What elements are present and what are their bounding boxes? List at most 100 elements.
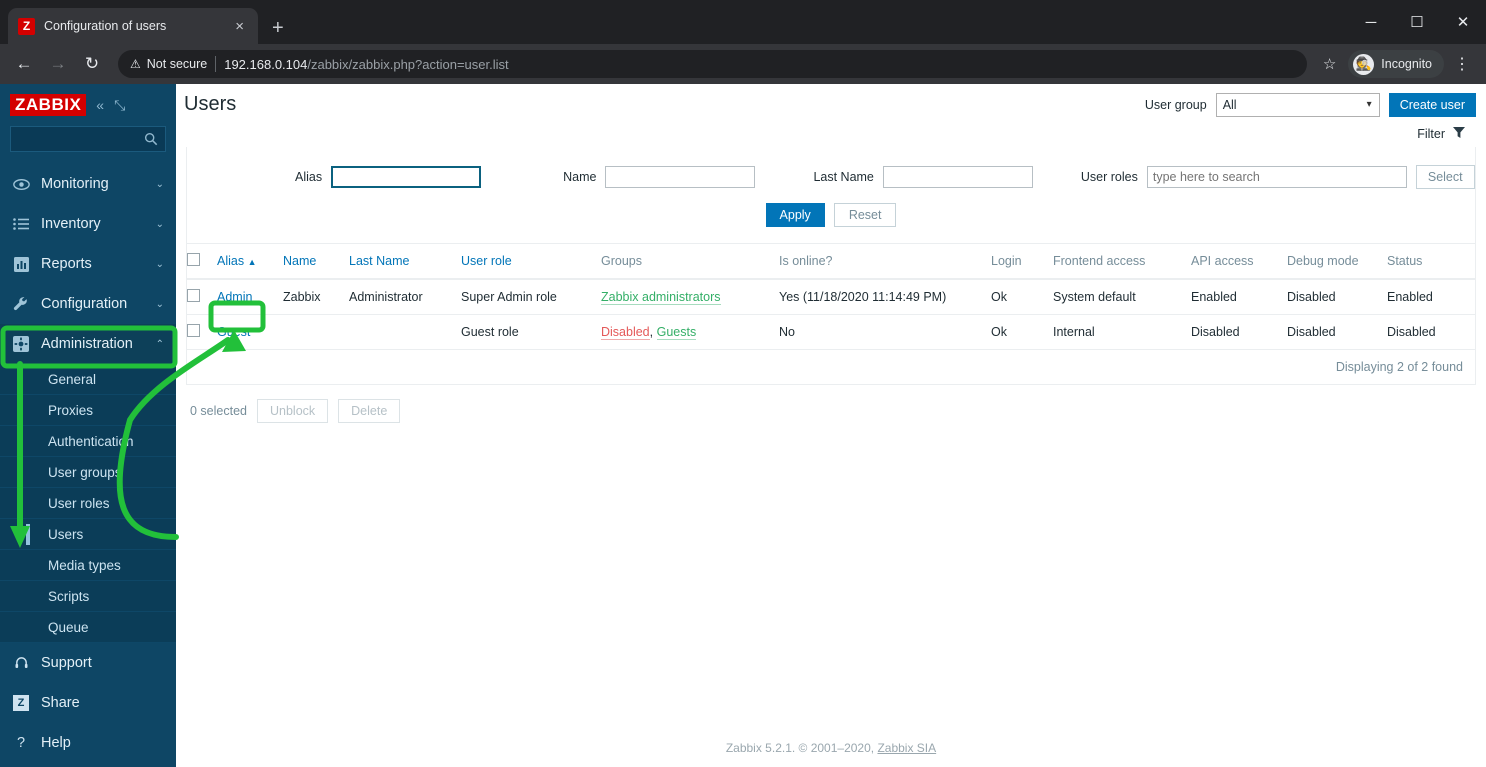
url-path: /zabbix/zabbix.php?action=user.list xyxy=(307,56,509,72)
sidebar-item-inventory[interactable]: Inventory ⌄ xyxy=(0,204,176,244)
cell-api-access[interactable]: Enabled xyxy=(1191,279,1287,315)
sidebar-item-support[interactable]: Support xyxy=(0,643,176,683)
cell-status[interactable]: Enabled xyxy=(1387,279,1475,315)
sidebar-item-administration[interactable]: Administration ⌃ xyxy=(0,324,176,364)
admin-user-link[interactable]: Admin xyxy=(217,290,252,304)
guest-user-link[interactable]: Guest xyxy=(217,325,250,339)
column-header-name[interactable]: Name xyxy=(283,244,349,280)
zabbix-share-icon: Z xyxy=(12,695,30,711)
header-controls: User group All ▾ Create user xyxy=(1145,92,1476,117)
address-bar[interactable]: ⚠ Not secure 192.168.0.104/zabbix/zabbix… xyxy=(118,50,1307,78)
alias-input[interactable] xyxy=(331,166,482,188)
sidebar-item-scripts[interactable]: Scripts xyxy=(0,581,176,612)
sidebar-item-media-types[interactable]: Media types xyxy=(0,550,176,581)
cell-api-access[interactable]: Disabled xyxy=(1191,314,1287,350)
close-window-icon[interactable]: ✕ xyxy=(1440,0,1486,44)
new-tab-button[interactable]: + xyxy=(272,18,284,38)
column-header-alias[interactable]: Alias ▲ xyxy=(217,244,283,280)
user-group-select[interactable]: All ▾ xyxy=(1215,92,1380,117)
sidebar-item-reports[interactable]: Reports ⌄ xyxy=(0,244,176,284)
zabbix-logo[interactable]: ZABBIX xyxy=(10,94,87,116)
warning-triangle-icon: ⚠ xyxy=(130,57,141,71)
browser-window: Z Configuration of users × + ─ ☐ ✕ ← → ↻… xyxy=(0,0,1486,767)
sidebar-label-authentication: Authentication xyxy=(48,433,134,449)
sidebar-item-share[interactable]: Z Share xyxy=(0,683,176,723)
sidebar-label-share: Share xyxy=(41,695,80,711)
close-tab-icon[interactable]: × xyxy=(231,17,248,36)
column-link-alias[interactable]: Alias xyxy=(217,254,244,268)
users-table-head: Alias ▲ Name Last Name User role Groups … xyxy=(187,244,1475,280)
minimize-icon[interactable]: ─ xyxy=(1348,0,1394,44)
sidebar-item-authentication[interactable]: Authentication xyxy=(0,426,176,457)
column-header-api-access: API access xyxy=(1191,244,1287,280)
cell-frontend-access[interactable]: Internal xyxy=(1053,314,1191,350)
hide-sidebar-icon[interactable]: ⤡ xyxy=(114,97,125,114)
cell-login: Ok xyxy=(991,314,1053,350)
zabbix-sia-link[interactable]: Zabbix SIA xyxy=(877,741,936,755)
cell-status[interactable]: Disabled xyxy=(1387,314,1475,350)
cell-debug-mode[interactable]: Disabled xyxy=(1287,279,1387,315)
maximize-icon[interactable]: ☐ xyxy=(1394,0,1440,44)
browser-menu-icon[interactable]: ⋮ xyxy=(1446,54,1478,74)
group-link-disabled[interactable]: Disabled xyxy=(601,325,650,340)
chevron-up-icon: ⌃ xyxy=(155,338,164,350)
row-checkbox[interactable] xyxy=(187,324,200,337)
page-title: Users xyxy=(184,93,237,115)
user-roles-input[interactable] xyxy=(1146,166,1407,188)
chevron-down-icon: ⌄ xyxy=(155,258,164,270)
last-name-input[interactable] xyxy=(882,166,1033,188)
column-label-status: Status xyxy=(1387,254,1423,268)
cell-frontend-access[interactable]: System default xyxy=(1053,279,1191,315)
column-link-name[interactable]: Name xyxy=(283,254,316,268)
collapse-sidebar-icon[interactable]: « xyxy=(96,97,104,113)
not-secure-indicator[interactable]: ⚠ Not secure xyxy=(130,57,207,71)
column-header-groups: Groups xyxy=(601,244,779,280)
sidebar-item-user-roles[interactable]: User roles xyxy=(0,488,176,519)
cell-last-name xyxy=(349,314,461,350)
column-label-debug-mode: Debug mode xyxy=(1287,254,1359,268)
cell-debug-mode[interactable]: Disabled xyxy=(1287,314,1387,350)
sidebar-item-help[interactable]: ? Help xyxy=(0,723,176,763)
cell-alias: Admin xyxy=(217,279,283,315)
column-link-last-name[interactable]: Last Name xyxy=(349,254,409,268)
filter-panel: Alias Name Last Name User roles Se xyxy=(186,147,1476,244)
displaying-count: Displaying 2 of 2 found xyxy=(1335,360,1463,374)
sidebar-item-proxies[interactable]: Proxies xyxy=(0,395,176,426)
reset-button[interactable]: Reset xyxy=(833,203,897,227)
sidebar-item-configuration[interactable]: Configuration ⌄ xyxy=(0,284,176,324)
sidebar-item-general[interactable]: General xyxy=(0,364,176,395)
name-input[interactable] xyxy=(605,166,756,188)
sidebar-item-monitoring[interactable]: Monitoring ⌄ xyxy=(0,164,176,204)
back-icon[interactable]: ← xyxy=(8,48,40,80)
sidebar-item-queue[interactable]: Queue xyxy=(0,612,176,643)
browser-tab[interactable]: Z Configuration of users × xyxy=(8,8,258,44)
sidebar-item-user-groups[interactable]: User groups xyxy=(0,457,176,488)
sidebar-label-users: Users xyxy=(48,526,84,542)
window-controls: ─ ☐ ✕ xyxy=(1348,0,1486,44)
select-user-roles-button[interactable]: Select xyxy=(1415,165,1475,189)
apply-button[interactable]: Apply xyxy=(765,203,825,227)
sidebar-label-proxies: Proxies xyxy=(48,402,94,418)
group-link-guests[interactable]: Guests xyxy=(656,325,697,340)
reload-icon[interactable]: ↻ xyxy=(76,48,108,80)
column-header-last-name[interactable]: Last Name xyxy=(349,244,461,280)
sidebar-search-input[interactable] xyxy=(10,126,166,152)
incognito-indicator[interactable]: 🕵 Incognito xyxy=(1348,50,1444,78)
group-link-zabbix-administrators[interactable]: Zabbix administrators xyxy=(601,290,721,305)
bookmark-star-icon[interactable]: ☆ xyxy=(1317,55,1342,73)
forward-icon[interactable]: → xyxy=(42,48,74,80)
create-user-button[interactable]: Create user xyxy=(1388,92,1476,117)
row-checkbox[interactable] xyxy=(187,289,200,302)
delete-button[interactable]: Delete xyxy=(338,399,401,423)
url-text: 192.168.0.104/zabbix/zabbix.php?action=u… xyxy=(224,57,508,72)
sidebar-label-inventory: Inventory xyxy=(41,216,101,232)
unblock-button[interactable]: Unblock xyxy=(256,399,329,423)
content-header: Users User group All ▾ Create user xyxy=(176,84,1486,125)
filter-tab[interactable]: Filter xyxy=(1407,121,1476,147)
cell-is-online: No xyxy=(779,314,991,350)
cell-groups: Disabled, Guests xyxy=(601,314,779,350)
column-header-user-role[interactable]: User role xyxy=(461,244,601,280)
column-link-user-role[interactable]: User role xyxy=(461,254,512,268)
select-all-checkbox[interactable] xyxy=(187,253,200,266)
sidebar-item-users[interactable]: Users xyxy=(0,519,176,550)
